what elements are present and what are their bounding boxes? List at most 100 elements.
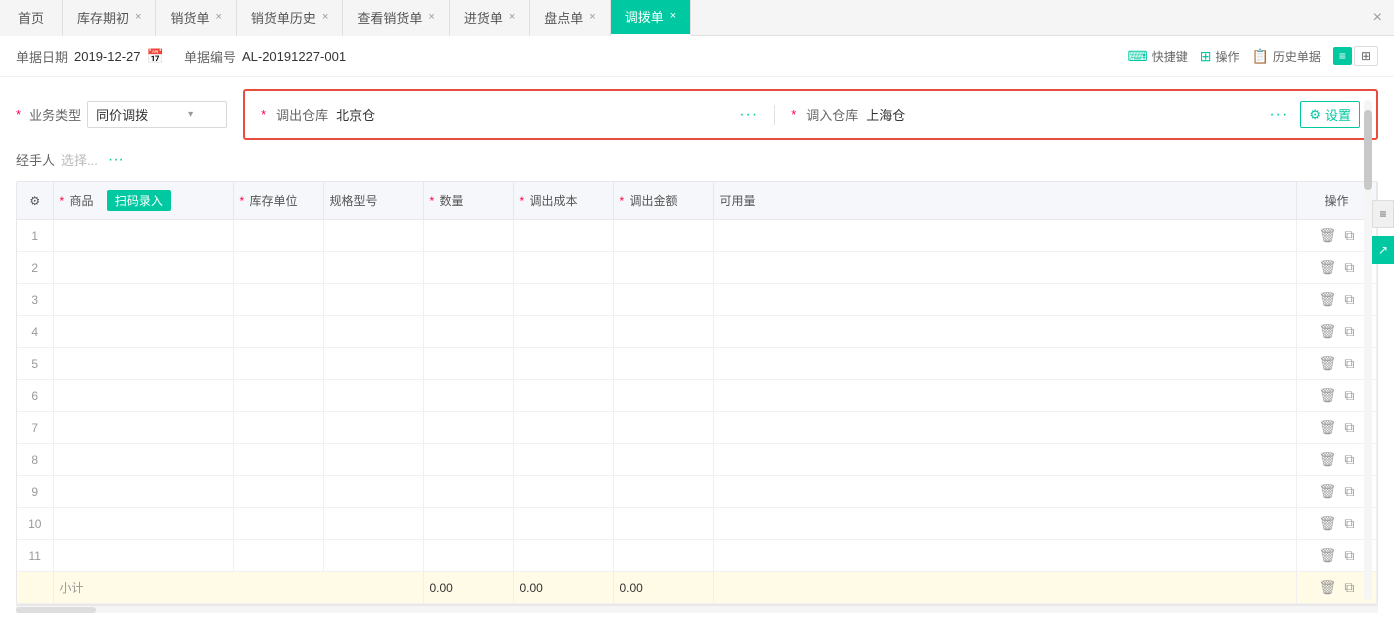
row-quantity[interactable]: [423, 380, 513, 412]
row-spec[interactable]: [323, 316, 423, 348]
close-tab-sales-order[interactable]: ×: [215, 12, 221, 23]
warehouse-in-more[interactable]: ···: [1269, 106, 1288, 124]
row-quantity[interactable]: [423, 444, 513, 476]
row-quantity[interactable]: [423, 508, 513, 540]
vscrollbar-thumb[interactable]: [1364, 110, 1372, 190]
row-spec[interactable]: [323, 380, 423, 412]
copy-icon[interactable]: ⧉: [1344, 227, 1354, 244]
row-amount[interactable]: [613, 476, 713, 508]
business-type-select[interactable]: 同价调拨 ▾: [87, 101, 227, 128]
col-gear[interactable]: ⚙: [17, 182, 53, 220]
warehouse-out-more[interactable]: ···: [739, 106, 758, 124]
row-product[interactable]: [53, 540, 233, 572]
row-available[interactable]: [713, 220, 1297, 252]
tab-inventory-init[interactable]: 库存期初 ×: [63, 0, 156, 36]
row-product[interactable]: [53, 476, 233, 508]
settings-button[interactable]: ⚙ 设置: [1300, 101, 1360, 128]
horizontal-scrollbar[interactable]: [16, 605, 1378, 613]
row-spec[interactable]: [323, 508, 423, 540]
vertical-scrollbar[interactable]: [1364, 100, 1372, 600]
row-available[interactable]: [713, 540, 1297, 572]
row-amount[interactable]: [613, 380, 713, 412]
row-cost[interactable]: [513, 284, 613, 316]
row-product[interactable]: [53, 444, 233, 476]
row-amount[interactable]: [613, 220, 713, 252]
row-unit[interactable]: [233, 284, 323, 316]
row-product[interactable]: [53, 220, 233, 252]
close-all-tabs[interactable]: ×: [1361, 0, 1394, 36]
row-spec[interactable]: [323, 476, 423, 508]
copy-icon[interactable]: ⧉: [1344, 515, 1354, 532]
history-btn[interactable]: 📋 历史单据: [1251, 48, 1320, 65]
tab-sales-history[interactable]: 销货单历史 ×: [237, 0, 343, 36]
tab-sales-order[interactable]: 销货单 ×: [156, 0, 236, 36]
row-spec[interactable]: [323, 348, 423, 380]
row-product[interactable]: [53, 508, 233, 540]
delete-icon[interactable]: 🗑: [1319, 483, 1337, 500]
row-unit[interactable]: [233, 348, 323, 380]
copy-icon[interactable]: ⧉: [1344, 387, 1354, 404]
row-cost[interactable]: [513, 476, 613, 508]
tab-transfer-order[interactable]: 调拨单 ×: [611, 0, 691, 36]
delete-icon[interactable]: 🗑: [1319, 387, 1337, 404]
row-unit[interactable]: [233, 252, 323, 284]
scrollbar-thumb[interactable]: [16, 607, 96, 613]
row-quantity[interactable]: [423, 412, 513, 444]
delete-icon[interactable]: 🗑: [1319, 323, 1337, 340]
row-amount[interactable]: [613, 348, 713, 380]
row-available[interactable]: [713, 252, 1297, 284]
copy-icon[interactable]: ⧉: [1344, 483, 1354, 500]
delete-icon[interactable]: 🗑: [1319, 547, 1337, 564]
row-amount[interactable]: [613, 444, 713, 476]
row-unit[interactable]: [233, 380, 323, 412]
delete-icon[interactable]: 🗑: [1319, 419, 1337, 436]
scan-button[interactable]: 扫码录入: [107, 190, 171, 211]
close-tab-view-sales[interactable]: ×: [428, 12, 434, 23]
row-cost[interactable]: [513, 316, 613, 348]
row-quantity[interactable]: [423, 284, 513, 316]
copy-icon[interactable]: ⧉: [1344, 355, 1354, 372]
subtotal-delete-icon[interactable]: 🗑: [1319, 579, 1337, 596]
layout-grid-btn[interactable]: ⊞: [1354, 46, 1378, 66]
copy-icon[interactable]: ⧉: [1344, 419, 1354, 436]
row-amount[interactable]: [613, 252, 713, 284]
row-unit[interactable]: [233, 540, 323, 572]
row-unit[interactable]: [233, 412, 323, 444]
row-quantity[interactable]: [423, 348, 513, 380]
row-spec[interactable]: [323, 220, 423, 252]
row-product[interactable]: [53, 348, 233, 380]
row-unit[interactable]: [233, 220, 323, 252]
close-tab-sales-history[interactable]: ×: [322, 12, 328, 23]
warehouse-in-value[interactable]: 上海仓: [866, 105, 905, 124]
tab-purchase-order[interactable]: 进货单 ×: [450, 0, 530, 36]
copy-icon[interactable]: ⧉: [1344, 451, 1354, 468]
row-available[interactable]: [713, 444, 1297, 476]
row-product[interactable]: [53, 284, 233, 316]
row-unit[interactable]: [233, 316, 323, 348]
tab-inventory-check[interactable]: 盘点单 ×: [530, 0, 610, 36]
row-spec[interactable]: [323, 252, 423, 284]
row-product[interactable]: [53, 380, 233, 412]
row-amount[interactable]: [613, 316, 713, 348]
layout-list-btn[interactable]: ≡: [1333, 47, 1352, 65]
row-cost[interactable]: [513, 508, 613, 540]
row-amount[interactable]: [613, 412, 713, 444]
sidebar-list-btn[interactable]: ≡: [1372, 200, 1394, 228]
delete-icon[interactable]: 🗑: [1319, 515, 1337, 532]
row-quantity[interactable]: [423, 540, 513, 572]
delete-icon[interactable]: 🗑: [1319, 291, 1337, 308]
copy-icon[interactable]: ⧉: [1344, 259, 1354, 276]
row-amount[interactable]: [613, 284, 713, 316]
row-available[interactable]: [713, 508, 1297, 540]
tab-view-sales[interactable]: 查看销货单 ×: [343, 0, 449, 36]
row-cost[interactable]: [513, 348, 613, 380]
delete-icon[interactable]: 🗑: [1319, 259, 1337, 276]
warehouse-out-value[interactable]: 北京仓: [336, 105, 375, 124]
delete-icon[interactable]: 🗑: [1319, 355, 1337, 372]
copy-icon[interactable]: ⧉: [1344, 547, 1354, 564]
close-tab-transfer-order[interactable]: ×: [670, 11, 676, 22]
row-quantity[interactable]: [423, 252, 513, 284]
row-available[interactable]: [713, 412, 1297, 444]
close-tab-purchase-order[interactable]: ×: [509, 12, 515, 23]
row-unit[interactable]: [233, 444, 323, 476]
